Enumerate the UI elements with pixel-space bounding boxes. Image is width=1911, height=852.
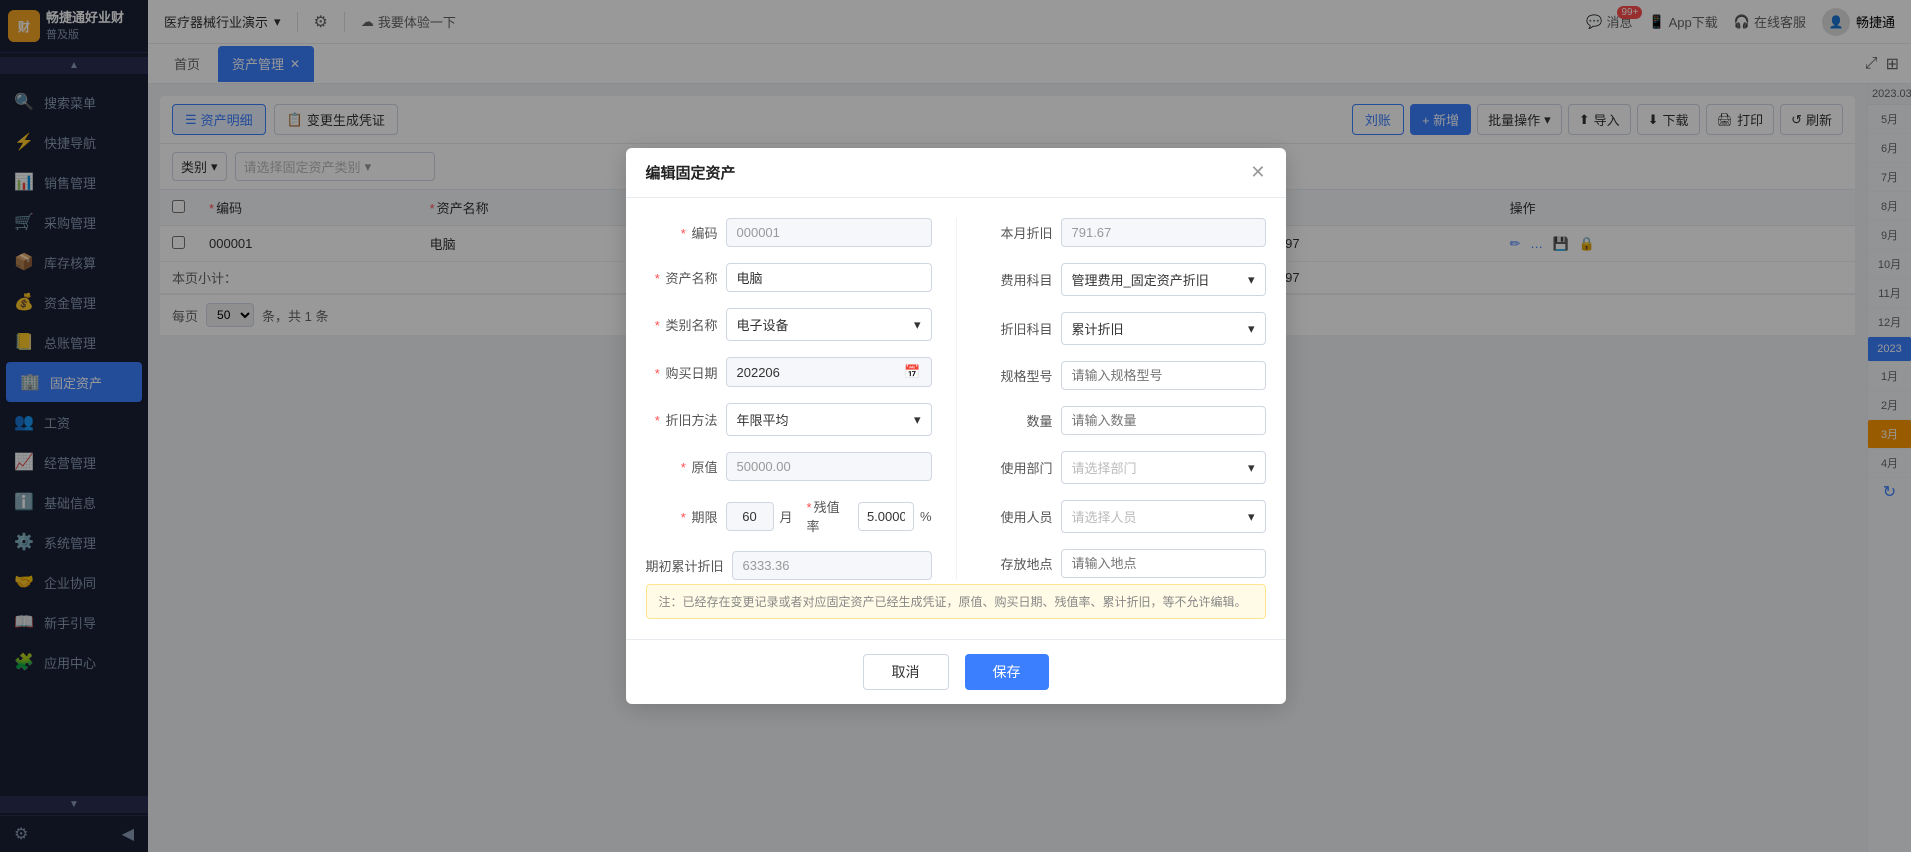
initial-dep-input xyxy=(732,551,932,580)
storage-label: 存放地点 xyxy=(981,554,1053,573)
residual-rate-label: *残值率 xyxy=(807,497,852,535)
calendar-icon: 📅 xyxy=(904,364,920,380)
original-value-label-text: 原值 xyxy=(691,460,717,475)
modal-footer: 取消 保存 xyxy=(626,639,1286,704)
this-month-dep-row: 本月折旧 xyxy=(981,218,1266,247)
category-form-label: * 类别名称 xyxy=(646,315,718,334)
user-placeholder: 请选择人员 xyxy=(1072,507,1137,526)
quantity-label: 数量 xyxy=(981,411,1053,430)
dept-chevron-icon: ▾ xyxy=(1248,460,1255,476)
user-select[interactable]: 请选择人员 ▾ xyxy=(1061,500,1266,533)
name-required-star: * xyxy=(655,271,660,286)
dep-subject-select[interactable]: 累计折旧 ▾ xyxy=(1061,312,1266,345)
residual-rate-input xyxy=(858,502,914,531)
depreciation-method-label: * 折旧方法 xyxy=(646,410,718,429)
modal-body: * 编码 * 资产名称 xyxy=(626,198,1286,639)
code-label: * 编码 xyxy=(646,223,718,242)
code-input xyxy=(726,218,932,247)
department-label: 使用部门 xyxy=(981,458,1053,477)
form-grid: * 编码 * 资产名称 xyxy=(646,218,1266,580)
asset-name-label: * 资产名称 xyxy=(646,268,718,287)
expense-subject-label: 费用科目 xyxy=(981,270,1053,289)
edit-asset-modal: 编辑固定资产 ✕ * 编码 * xyxy=(626,148,1286,704)
expense-chevron-icon: ▾ xyxy=(1248,272,1255,288)
category-row: * 类别名称 电子设备 ▾ xyxy=(646,308,932,341)
period-inputs: 月 *残值率 % xyxy=(726,497,932,535)
this-month-dep-input xyxy=(1061,218,1266,247)
date-required-star: * xyxy=(655,366,660,381)
period-unit: 月 xyxy=(780,507,793,526)
spec-model-label: 规格型号 xyxy=(981,366,1053,385)
cat-required-star: * xyxy=(655,318,660,333)
dep-subject-value: 累计折旧 xyxy=(1072,319,1124,338)
purchase-date-value: 202206 xyxy=(737,365,780,380)
dep-subject-label: 折旧科目 xyxy=(981,319,1053,338)
dep-method-value: 年限平均 xyxy=(737,410,789,429)
asset-name-input[interactable] xyxy=(726,263,932,292)
period-input xyxy=(726,502,774,531)
expense-subject-row: 费用科目 管理费用_固定资产折旧 ▾ xyxy=(981,263,1266,296)
asset-name-row: * 资产名称 xyxy=(646,263,932,292)
modal-title: 编辑固定资产 xyxy=(646,162,736,183)
modal-header: 编辑固定资产 ✕ xyxy=(626,148,1286,198)
department-row: 使用部门 请选择部门 ▾ xyxy=(981,451,1266,484)
code-required-star: * xyxy=(681,226,686,241)
depreciation-method-row: * 折旧方法 年限平均 ▾ xyxy=(646,403,932,436)
quantity-row: 数量 xyxy=(981,406,1266,435)
storage-input[interactable] xyxy=(1061,549,1266,578)
code-label-text: 编码 xyxy=(691,226,717,241)
form-left: * 编码 * 资产名称 xyxy=(646,218,956,580)
period-row: * 期限 月 *残值率 % xyxy=(646,497,932,535)
quantity-input[interactable] xyxy=(1061,406,1266,435)
initial-depreciation-row: 期初累计折旧 xyxy=(646,551,932,580)
original-value-row: * 原值 xyxy=(646,452,932,481)
category-form-label-text: 类别名称 xyxy=(665,318,717,333)
cancel-button[interactable]: 取消 xyxy=(863,654,949,690)
dep-subject-row: 折旧科目 累计折旧 ▾ xyxy=(981,312,1266,345)
category-select-chevron: ▾ xyxy=(914,317,921,333)
dep-subject-chevron-icon: ▾ xyxy=(1248,321,1255,337)
purchase-date-input[interactable]: 202206 📅 xyxy=(726,357,932,387)
period-label: * 期限 xyxy=(646,507,718,526)
purchase-date-label: * 购买日期 xyxy=(646,363,718,382)
val-required-star: * xyxy=(681,460,686,475)
department-placeholder: 请选择部门 xyxy=(1072,458,1137,477)
purchase-date-row: * 购买日期 202206 📅 xyxy=(646,357,932,387)
user-chevron-icon: ▾ xyxy=(1248,509,1255,525)
modal-overlay: 编辑固定资产 ✕ * 编码 * xyxy=(0,0,1911,852)
dep-method-chevron: ▾ xyxy=(914,412,921,428)
period-label-text: 期限 xyxy=(691,510,717,525)
dep-method-label-text: 折旧方法 xyxy=(665,413,717,428)
asset-name-label-text: 资产名称 xyxy=(665,271,717,286)
this-month-dep-label: 本月折旧 xyxy=(981,223,1053,242)
user-label: 使用人员 xyxy=(981,507,1053,526)
form-note: 注：已经存在变更记录或者对应固定资产已经生成凭证，原值、购买日期、残值率、累计折… xyxy=(646,584,1266,619)
category-select-value: 电子设备 xyxy=(737,315,789,334)
storage-row: 存放地点 xyxy=(981,549,1266,578)
user-row: 使用人员 请选择人员 ▾ xyxy=(981,500,1266,533)
original-value-input xyxy=(726,452,932,481)
depreciation-method-select[interactable]: 年限平均 ▾ xyxy=(726,403,932,436)
spec-model-input[interactable] xyxy=(1061,361,1266,390)
category-select[interactable]: 电子设备 ▾ xyxy=(726,308,932,341)
residual-unit: % xyxy=(920,509,932,524)
dep-required-star: * xyxy=(655,413,660,428)
code-field-row: * 编码 xyxy=(646,218,932,247)
expense-subject-value: 管理费用_固定资产折旧 xyxy=(1072,270,1209,289)
modal-close-button[interactable]: ✕ xyxy=(1250,162,1265,183)
period-required-star: * xyxy=(681,510,686,525)
purchase-date-label-text: 购买日期 xyxy=(665,366,717,381)
save-button[interactable]: 保存 xyxy=(965,654,1049,690)
original-value-label: * 原值 xyxy=(646,457,718,476)
form-right: 本月折旧 费用科目 管理费用_固定资产折旧 ▾ 折旧科目 xyxy=(956,218,1266,580)
initial-dep-label: 期初累计折旧 xyxy=(646,556,724,575)
expense-subject-select[interactable]: 管理费用_固定资产折旧 ▾ xyxy=(1061,263,1266,296)
spec-model-row: 规格型号 xyxy=(981,361,1266,390)
department-select[interactable]: 请选择部门 ▾ xyxy=(1061,451,1266,484)
